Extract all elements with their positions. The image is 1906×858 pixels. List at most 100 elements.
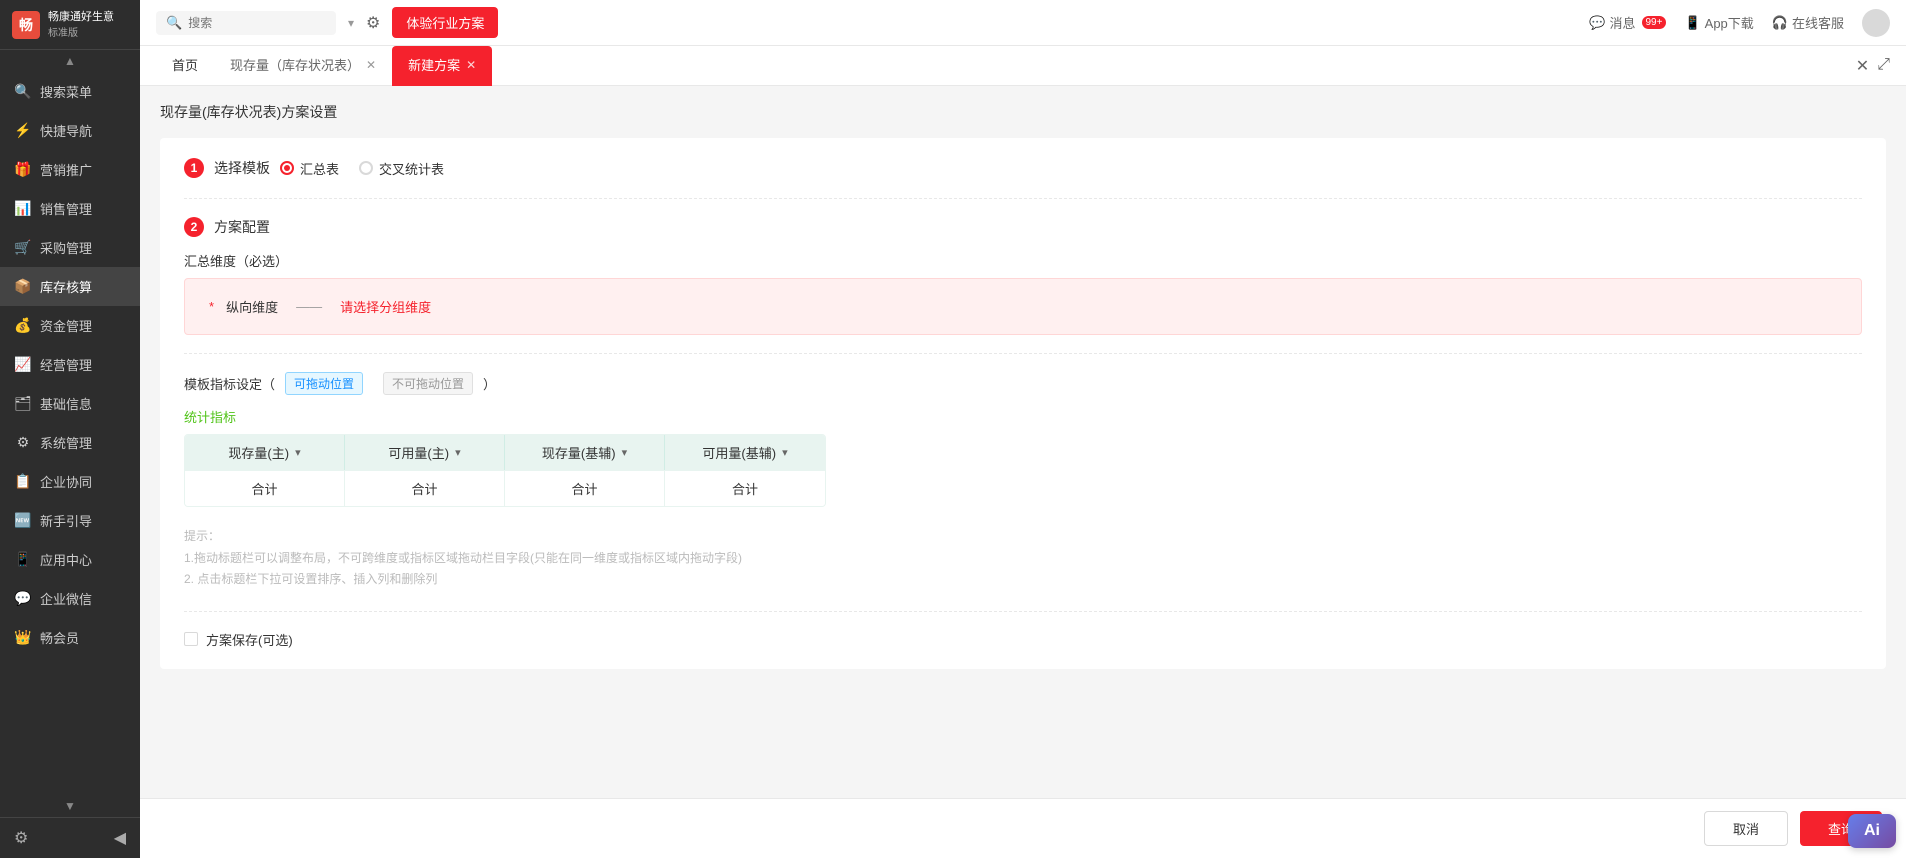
tips-label: 提示： — [184, 526, 1862, 548]
step2-title: 方案配置 — [214, 217, 270, 237]
step2-number: 2 — [184, 217, 204, 237]
sidebar-item-purchase[interactable]: 🛒 采购管理 — [0, 228, 140, 267]
col-chevron-1[interactable]: ▾ — [455, 446, 461, 459]
sidebar-item-wechat[interactable]: 💬 企业微信 — [0, 579, 140, 618]
sidebar-scroll-down[interactable]: ▼ — [0, 795, 140, 817]
member-icon: 👑 — [14, 629, 32, 647]
stat-table-header: 现存量(主) ▾ 可用量(主) ▾ 现存量(基辅) ▾ 可用量(基辅) — [185, 435, 825, 470]
app-download-item[interactable]: 📱 App下载 — [1684, 13, 1753, 32]
radio-cross-label: 交叉统计表 — [379, 159, 444, 178]
tab-home-label: 首页 — [172, 55, 198, 74]
radio-summary-label: 汇总表 — [300, 159, 339, 178]
sidebar-item-basic[interactable]: 🗂 基础信息 — [0, 384, 140, 423]
sidebar-scroll-up[interactable]: ▲ — [0, 50, 140, 72]
sidebar-item-sales[interactable]: 📊 销售管理 — [0, 189, 140, 228]
sidebar-item-label: 企业微信 — [40, 589, 92, 608]
settings-gear-icon[interactable]: ⚙ — [14, 828, 28, 848]
vertical-dimension-label: 纵向维度 — [226, 297, 278, 316]
indicator-setting-label: 模板指标设定（ — [184, 374, 275, 393]
radio-summary-circle[interactable] — [280, 161, 294, 175]
tabs-bar: 首页 现存量（库存状况表） ✕ 新建方案 ✕ ✕ ⤢ — [140, 46, 1906, 86]
finance-icon: 💰 — [14, 317, 32, 335]
sidebar-item-member[interactable]: 👑 畅会员 — [0, 618, 140, 657]
sidebar-nav: 🔍 搜索菜单 ⚡ 快捷导航 🎁 营销推广 📊 销售管理 🛒 采购管理 📦 库存核… — [0, 72, 140, 795]
message-badge: 99+ — [1642, 16, 1667, 29]
col-chevron-3[interactable]: ▾ — [782, 446, 788, 459]
page-title: 现存量(库存状况表)方案设置 — [160, 102, 1886, 122]
wechat-icon: 💬 — [14, 590, 32, 608]
topbar-settings-icon[interactable]: ⚙ — [366, 13, 380, 33]
inventory-icon: 📦 — [14, 278, 32, 296]
sidebar-item-system[interactable]: ⚙ 系统管理 — [0, 423, 140, 462]
col-header-3[interactable]: 可用量(基辅) ▾ — [665, 435, 825, 470]
radio-summary[interactable]: 汇总表 — [280, 159, 339, 178]
save-checkbox[interactable] — [184, 632, 198, 646]
industry-plan-button[interactable]: 体验行业方案 — [392, 7, 498, 38]
cancel-button[interactable]: 取消 — [1704, 811, 1788, 846]
sidebar-item-marketing[interactable]: 🎁 营销推广 — [0, 150, 140, 189]
save-separator — [184, 611, 1862, 612]
col-header-1[interactable]: 可用量(主) ▾ — [345, 435, 505, 470]
ai-button[interactable]: Ai — [1848, 814, 1896, 848]
tab-new-plan[interactable]: 新建方案 ✕ — [392, 46, 492, 86]
dimension-section: 汇总维度（必选） * 纵向维度 —— 请选择分组维度 — [184, 251, 1862, 335]
indicator-setting-suffix: ） — [483, 374, 496, 393]
dimension-separator — [184, 353, 1862, 354]
radio-cross[interactable]: 交叉统计表 — [359, 159, 444, 178]
guide-icon: 🆕 — [14, 512, 32, 530]
marketing-icon: 🎁 — [14, 161, 32, 179]
app-icon: 📱 — [14, 551, 32, 569]
cell-0: 合计 — [185, 470, 345, 506]
sidebar-item-label: 应用中心 — [40, 550, 92, 569]
tip-2: 2. 点击标题栏下拉可设置排序、插入列和删除列 — [184, 569, 1862, 591]
tab-inventory-close-icon[interactable]: ✕ — [366, 58, 376, 72]
dimension-label: 汇总维度（必选） — [184, 251, 1862, 270]
tab-new-plan-close-icon[interactable]: ✕ — [466, 58, 476, 72]
basic-icon: 🗂 — [14, 395, 32, 413]
cell-3: 合计 — [665, 470, 825, 506]
step-separator — [184, 198, 1862, 199]
col-header-2[interactable]: 现存量(基辅) ▾ — [505, 435, 665, 470]
avatar[interactable] — [1862, 9, 1890, 37]
message-item[interactable]: 💬 消息 99+ — [1589, 13, 1666, 32]
sidebar-item-shortcut[interactable]: ⚡ 快捷导航 — [0, 111, 140, 150]
tab-new-plan-label: 新建方案 — [408, 55, 460, 74]
save-label: 方案保存(可选) — [206, 630, 293, 649]
content-area: 现存量(库存状况表)方案设置 1 选择模板 汇总表 交叉统计表 — [140, 86, 1906, 798]
fixed-tag: 不可拖动位置 — [383, 372, 473, 395]
topbar-search-box[interactable]: 🔍 — [156, 11, 336, 35]
topbar-chevron-icon[interactable]: ▾ — [348, 16, 354, 30]
step1-section: 1 选择模板 汇总表 交叉统计表 — [184, 158, 1862, 178]
dimension-dash: —— — [296, 299, 322, 314]
settings-card: 1 选择模板 汇总表 交叉统计表 — [160, 138, 1886, 669]
sidebar-item-label: 销售管理 — [40, 199, 92, 218]
search-input[interactable] — [188, 16, 308, 30]
footer: 取消 查询 — [140, 798, 1906, 858]
sidebar-item-app[interactable]: 📱 应用中心 — [0, 540, 140, 579]
sidebar-item-operation[interactable]: 📈 经营管理 — [0, 345, 140, 384]
sidebar-item-contract[interactable]: 📋 企业协同 — [0, 462, 140, 501]
sidebar-item-finance[interactable]: 💰 资金管理 — [0, 306, 140, 345]
sidebar-item-guide[interactable]: 🆕 新手引导 — [0, 501, 140, 540]
stat-table: 现存量(主) ▾ 可用量(主) ▾ 现存量(基辅) ▾ 可用量(基辅) — [184, 434, 826, 507]
online-service-item[interactable]: 🎧 在线客服 — [1772, 13, 1844, 32]
sidebar-item-label: 新手引导 — [40, 511, 92, 530]
col-chevron-2[interactable]: ▾ — [622, 446, 628, 459]
sidebar-item-label: 采购管理 — [40, 238, 92, 257]
dimension-placeholder[interactable]: 请选择分组维度 — [340, 297, 431, 316]
topbar: 🔍 ▾ ⚙ 体验行业方案 💬 消息 99+ 📱 App下载 🎧 在线客服 — [140, 0, 1906, 46]
tab-inventory[interactable]: 现存量（库存状况表） ✕ — [214, 46, 392, 86]
topbar-right: 💬 消息 99+ 📱 App下载 🎧 在线客服 — [1589, 9, 1890, 37]
sidebar-item-inventory[interactable]: 📦 库存核算 — [0, 267, 140, 306]
tab-close-all-icon[interactable]: ✕ — [1856, 56, 1869, 76]
tab-expand-icon[interactable]: ⤢ — [1877, 56, 1890, 76]
radio-cross-circle[interactable] — [359, 161, 373, 175]
col-chevron-0[interactable]: ▾ — [295, 446, 301, 459]
purchase-icon: 🛒 — [14, 239, 32, 257]
indicator-setting: 模板指标设定（ 可拖动位置 不可拖动位置 ） — [184, 372, 1862, 395]
col-header-0[interactable]: 现存量(主) ▾ — [185, 435, 345, 470]
sidebar-collapse-icon[interactable]: ◀ — [114, 828, 126, 848]
sidebar-bottom: ⚙ ◀ — [0, 817, 140, 858]
tab-home[interactable]: 首页 — [156, 46, 214, 86]
sidebar-item-search[interactable]: 🔍 搜索菜单 — [0, 72, 140, 111]
